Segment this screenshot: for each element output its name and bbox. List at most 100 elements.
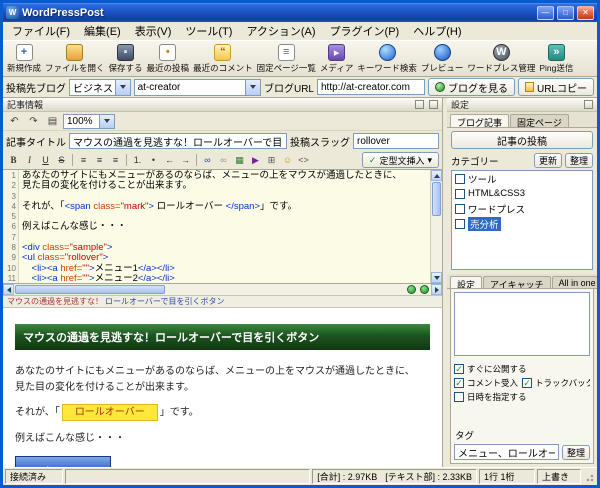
outdent-icon[interactable]: ← [162,153,177,168]
indent-icon[interactable]: → [178,153,193,168]
menu-item[interactable]: アクション(A) [239,22,322,40]
editor-horizontal-scrollbar[interactable] [3,284,442,296]
toolbar-keyword-search-button[interactable]: キーワード検索 [355,42,419,75]
category-item[interactable]: ワードプレス [452,201,592,216]
bullet-list-icon[interactable]: • [146,153,161,168]
scroll-down-icon[interactable] [431,272,442,283]
toolbar-open-button[interactable]: ファイルを開く [43,42,107,75]
toolbar-recent-posts-button[interactable]: • 最近の投稿 [145,42,192,75]
align-center-icon[interactable]: ≡ [92,153,107,168]
url-copy-button[interactable]: URLコピー [517,78,594,96]
float-panel-icon[interactable] [415,100,424,109]
checkbox-icon[interactable]: ✓ [454,364,464,374]
close-button[interactable]: ✕ [577,5,594,20]
tag-organize-button[interactable]: 整理 [561,444,590,460]
scrollbar-thumb[interactable] [432,182,441,216]
category-refresh-button[interactable]: 更新 [533,153,562,168]
unlink-icon[interactable]: ∞ [216,153,231,168]
scrollbar-thumb[interactable] [15,285,165,294]
view-blog-button[interactable]: ブログを見る [427,78,515,96]
italic-icon[interactable]: I [22,153,37,168]
preview-menu-button[interactable]: メニュー1 [15,456,111,467]
editor-line[interactable]: 例えばこんな感じ・・・ [22,222,430,232]
category-list[interactable]: ツール HTML&CSS3 ワードプレス 売分析 [451,170,593,270]
article-title-field[interactable] [69,133,287,149]
align-right-icon[interactable]: ≡ [108,153,123,168]
toolbar-pages-button[interactable]: ≡ 固定ページ一覧 [255,42,318,75]
minimize-button[interactable]: — [537,5,554,20]
editor-line[interactable]: 見た目の変化を付けることが出来ます。 [22,181,430,191]
post-article-button[interactable]: 記事の投稿 [451,131,593,149]
menu-item[interactable]: ツール(T) [178,22,239,40]
post-slug-field[interactable] [353,133,439,149]
publish-settings-box[interactable] [454,292,590,356]
link-icon[interactable]: ∞ [200,153,215,168]
toolbar-save-button[interactable]: ▪ 保存する [107,42,145,75]
option-checkbox[interactable]: 日時を指定する [454,391,527,403]
menu-item[interactable]: 表示(V) [128,22,179,40]
scroll-right-icon[interactable] [431,284,442,295]
title-bar[interactable]: W WordPressPost — □ ✕ [3,3,597,22]
html-editor[interactable]: 1 2 3 4 5 6 7 8 9 10 11 あなたのサイトにもメニューがあるのならば、メニューの… [3,170,442,284]
blog-group-combobox[interactable]: ビジネス [69,78,131,96]
editor-line[interactable]: <li><a href="">メニュー2</a></li> [22,273,430,283]
option-checkbox[interactable]: ✓ すぐに公開する [454,363,527,375]
detail-tab-0[interactable]: 設定 [450,276,483,288]
scroll-left-icon[interactable] [3,284,14,295]
ordered-list-icon[interactable]: 1. [130,153,145,168]
category-item[interactable]: ツール [452,171,592,186]
update-preview-icon[interactable] [420,285,429,294]
bold-icon[interactable]: B [6,153,21,168]
insert-template-button[interactable]: ✓ 定型文挿入 ▾ [361,152,439,168]
checkbox-icon[interactable] [455,188,465,199]
toolbar-recent-comments-button[interactable]: “最近のコメント [191,42,255,75]
category-item[interactable]: 売分析 [452,216,592,231]
checkbox-icon[interactable] [455,203,465,214]
option-checkbox[interactable]: ✓トラックバック受入 [522,377,590,389]
editor-line[interactable]: それが、「<span class="mark"> ロールオーバー </span>… [22,201,430,212]
movie-icon[interactable]: ▶ [248,153,263,168]
pin-icon[interactable] [584,100,593,109]
table-icon[interactable]: ⊞ [264,153,279,168]
settings-tab-1[interactable]: 固定ページ [510,114,569,127]
undo-icon[interactable]: ↶ [6,114,23,129]
toolbar-new-button[interactable]: + 新規作成 [5,42,43,75]
scroll-up-icon[interactable] [431,170,442,181]
editor-vertical-scrollbar[interactable] [430,170,442,283]
checkbox-icon[interactable] [455,218,465,229]
paste-icon[interactable]: ▤ [44,114,61,129]
chevron-down-icon[interactable] [114,79,130,95]
category-organize-button[interactable]: 整理 [564,153,593,168]
detail-tab-2[interactable]: All in one SEO [551,276,597,288]
align-left-icon[interactable]: ≡ [76,153,91,168]
zoom-combobox[interactable]: 100% [63,113,115,129]
detail-tab-1[interactable]: アイキャッチ [483,276,551,288]
refresh-preview-icon[interactable] [407,285,416,294]
settings-tab-0[interactable]: ブログ記事 [450,114,510,127]
blog-url-field[interactable] [316,79,425,95]
toolbar-ping-button[interactable]: » Ping送信 [537,42,575,75]
blog-name-combobox[interactable]: at-creator [133,78,261,96]
menu-item[interactable]: 編集(E) [77,22,128,40]
toolbar-media-button[interactable]: ▸ メディア [318,42,355,75]
collapse-panel-icon[interactable] [429,100,438,109]
checkbox-icon[interactable]: ✓ [522,378,533,388]
option-checkbox[interactable]: ✓ コメント受入 [454,377,518,389]
code-area[interactable]: あなたのサイトにもメニューがあるのならば、メニューの上をマウスが通過したときに、… [19,170,430,283]
tag-field[interactable] [454,444,559,460]
code-icon[interactable]: <> [296,153,311,168]
maximize-button[interactable]: □ [557,5,574,20]
image-icon[interactable]: ▦ [232,153,247,168]
category-item[interactable]: HTML&CSS3 [452,186,592,201]
resize-grip[interactable] [583,469,595,484]
menu-item[interactable]: ファイル(F) [5,22,77,40]
menu-item[interactable]: プラグイン(P) [323,22,407,40]
menu-item[interactable]: ヘルプ(H) [406,22,468,40]
chevron-down-icon[interactable] [244,79,260,95]
checkbox-icon[interactable]: ✓ [454,378,464,388]
checkbox-icon[interactable] [454,392,464,402]
redo-icon[interactable]: ↷ [25,114,42,129]
toolbar-wp-admin-button[interactable]: W ワードプレス管理 [465,42,537,75]
checkbox-icon[interactable] [455,173,465,184]
chevron-down-icon[interactable] [99,114,114,128]
